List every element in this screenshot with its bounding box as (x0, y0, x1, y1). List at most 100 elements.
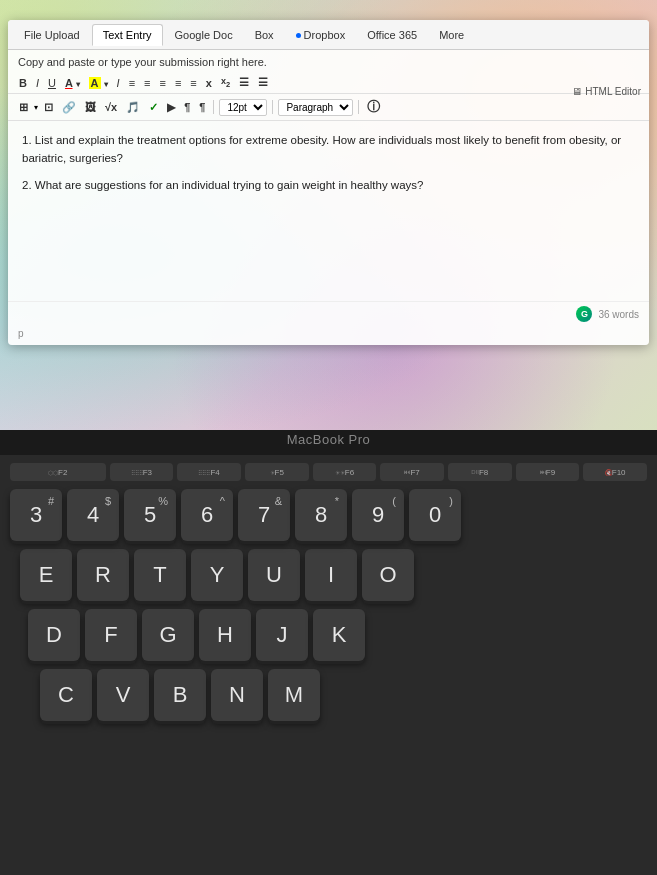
key-r[interactable]: R (77, 549, 129, 601)
play-button[interactable]: ▶ (164, 100, 178, 115)
bold-button[interactable]: B (16, 76, 30, 90)
tab-google-doc[interactable]: Google Doc (165, 25, 243, 45)
underline-button[interactable]: U (45, 76, 59, 90)
key-9-main: 9 (372, 504, 384, 526)
list-button[interactable]: ☰ (236, 75, 252, 90)
html-editor-icon: 🖥 (572, 86, 582, 97)
tab-more[interactable]: More (429, 25, 474, 45)
key-h[interactable]: H (199, 609, 251, 661)
key-y[interactable]: Y (191, 549, 243, 601)
cvbn-row: C V B N M (0, 665, 657, 725)
font-color-a: A (65, 77, 73, 89)
key-t[interactable]: T (134, 549, 186, 601)
key-8[interactable]: * 8 (295, 489, 347, 541)
clear-format-button[interactable]: I (114, 76, 123, 90)
key-0-main: 0 (429, 504, 441, 526)
para-mark-button[interactable]: ¶ (181, 100, 193, 114)
align-center-button[interactable]: ≡ (141, 76, 153, 90)
italic-button[interactable]: I (33, 76, 42, 90)
embed-button[interactable]: ⊡ (41, 100, 56, 115)
key-8-sym: * (335, 495, 339, 507)
tab-text-entry[interactable]: Text Entry (92, 24, 163, 46)
toolbar-separator3 (358, 100, 359, 114)
subscript-button[interactable]: x2 (218, 75, 233, 90)
key-u[interactable]: U (248, 549, 300, 601)
fn-key-f8[interactable]: DII F8 (448, 463, 512, 481)
key-m[interactable]: M (268, 669, 320, 721)
key-j[interactable]: J (256, 609, 308, 661)
audio-button[interactable]: 🎵 (123, 100, 143, 115)
tab-dropbox[interactable]: Dropbox (286, 25, 356, 45)
key-i[interactable]: I (305, 549, 357, 601)
toolbar-row1: B I U A ▾ A ▾ I ≡ ≡ ≡ ≡ ≡ x x2 ☰ ☰ (8, 72, 649, 94)
strikethrough-button[interactable]: x (203, 76, 215, 90)
para-mark2-button[interactable]: ¶ (196, 100, 208, 114)
html-editor-button[interactable]: 🖥 HTML Editor (572, 86, 641, 97)
key-5[interactable]: % 5 (124, 489, 176, 541)
key-d[interactable]: D (28, 609, 80, 661)
key-3[interactable]: # 3 (10, 489, 62, 541)
p-tag: p (8, 326, 649, 345)
font-color-button[interactable]: A ▾ (62, 76, 83, 90)
tab-box[interactable]: Box (245, 25, 284, 45)
link-button[interactable]: 🔗 (59, 100, 79, 115)
question-1: 1. List and explain the treatment option… (22, 131, 635, 168)
key-0[interactable]: ) 0 (409, 489, 461, 541)
key-3-main: 3 (30, 504, 42, 526)
key-5-main: 5 (144, 504, 156, 526)
key-f[interactable]: F (85, 609, 137, 661)
key-8-main: 8 (315, 504, 327, 526)
text-content-area[interactable]: 1. List and explain the treatment option… (8, 121, 649, 301)
key-v[interactable]: V (97, 669, 149, 721)
fn-key-f7[interactable]: ⏮ F7 (380, 463, 444, 481)
key-3-sym: # (48, 495, 54, 507)
tab-file-upload[interactable]: File Upload (14, 25, 90, 45)
fn-key-f3[interactable]: ⠿⠿⠿ F3 (110, 463, 174, 481)
key-b[interactable]: B (154, 669, 206, 721)
key-4-main: 4 (87, 504, 99, 526)
fn-key-f6[interactable]: ☀☀ F6 (313, 463, 377, 481)
key-e[interactable]: E (20, 549, 72, 601)
fn-key-f5[interactable]: ☀ F5 (245, 463, 309, 481)
dfgh-row: D F G H J K (0, 605, 657, 665)
indent-button[interactable]: ≡ (187, 76, 199, 90)
table-button[interactable]: ⊞ (16, 100, 31, 115)
word-count-text: 36 words (598, 309, 639, 320)
key-4[interactable]: $ 4 (67, 489, 119, 541)
key-o[interactable]: O (362, 549, 414, 601)
key-c[interactable]: C (40, 669, 92, 721)
justify-button[interactable]: ≡ (172, 76, 184, 90)
tab-office365[interactable]: Office 365 (357, 25, 427, 45)
tab-bar: File Upload Text Entry Google Doc Box Dr… (8, 20, 649, 50)
key-k[interactable]: K (313, 609, 365, 661)
instruction-text: Copy and paste or type your submission r… (8, 50, 649, 72)
key-9[interactable]: ( 9 (352, 489, 404, 541)
fn-key-f9[interactable]: ⏭ F9 (516, 463, 580, 481)
table-dropdown-icon: ▾ (34, 103, 38, 112)
fn-key-f4[interactable]: ⠿⠿⠿ F4 (177, 463, 241, 481)
key-9-sym: ( (392, 495, 396, 507)
key-0-sym: ) (449, 495, 453, 507)
accessibility-button[interactable]: ⓘ (364, 97, 383, 117)
ordered-list-button[interactable]: ☰ (255, 75, 271, 90)
highlight-color-button[interactable]: A ▾ (86, 76, 111, 90)
font-size-select[interactable]: 12pt (219, 99, 267, 116)
fn-key-f2[interactable]: ⬡⬡ F2 (10, 463, 106, 481)
dropbox-dot (296, 33, 301, 38)
paragraph-style-select[interactable]: Paragraph (278, 99, 353, 116)
macbook-label: MacBook Pro (287, 432, 371, 447)
align-left-button[interactable]: ≡ (126, 76, 138, 90)
key-5-sym: % (158, 495, 168, 507)
key-7[interactable]: & 7 (238, 489, 290, 541)
align-right-button[interactable]: ≡ (157, 76, 169, 90)
editor-panel: File Upload Text Entry Google Doc Box Dr… (8, 20, 649, 345)
key-6[interactable]: ^ 6 (181, 489, 233, 541)
check-button[interactable]: ✓ (146, 100, 161, 115)
formula-button[interactable]: √x (102, 100, 120, 114)
key-g[interactable]: G (142, 609, 194, 661)
grammarly-icon[interactable]: G (576, 306, 592, 322)
key-n[interactable]: N (211, 669, 263, 721)
num-row: # 3 $ 4 % 5 ^ 6 & 7 * 8 ( 9 ) 0 (0, 485, 657, 545)
image-button[interactable]: 🖼 (82, 100, 99, 114)
fn-key-f10[interactable]: 🔇 F10 (583, 463, 647, 481)
